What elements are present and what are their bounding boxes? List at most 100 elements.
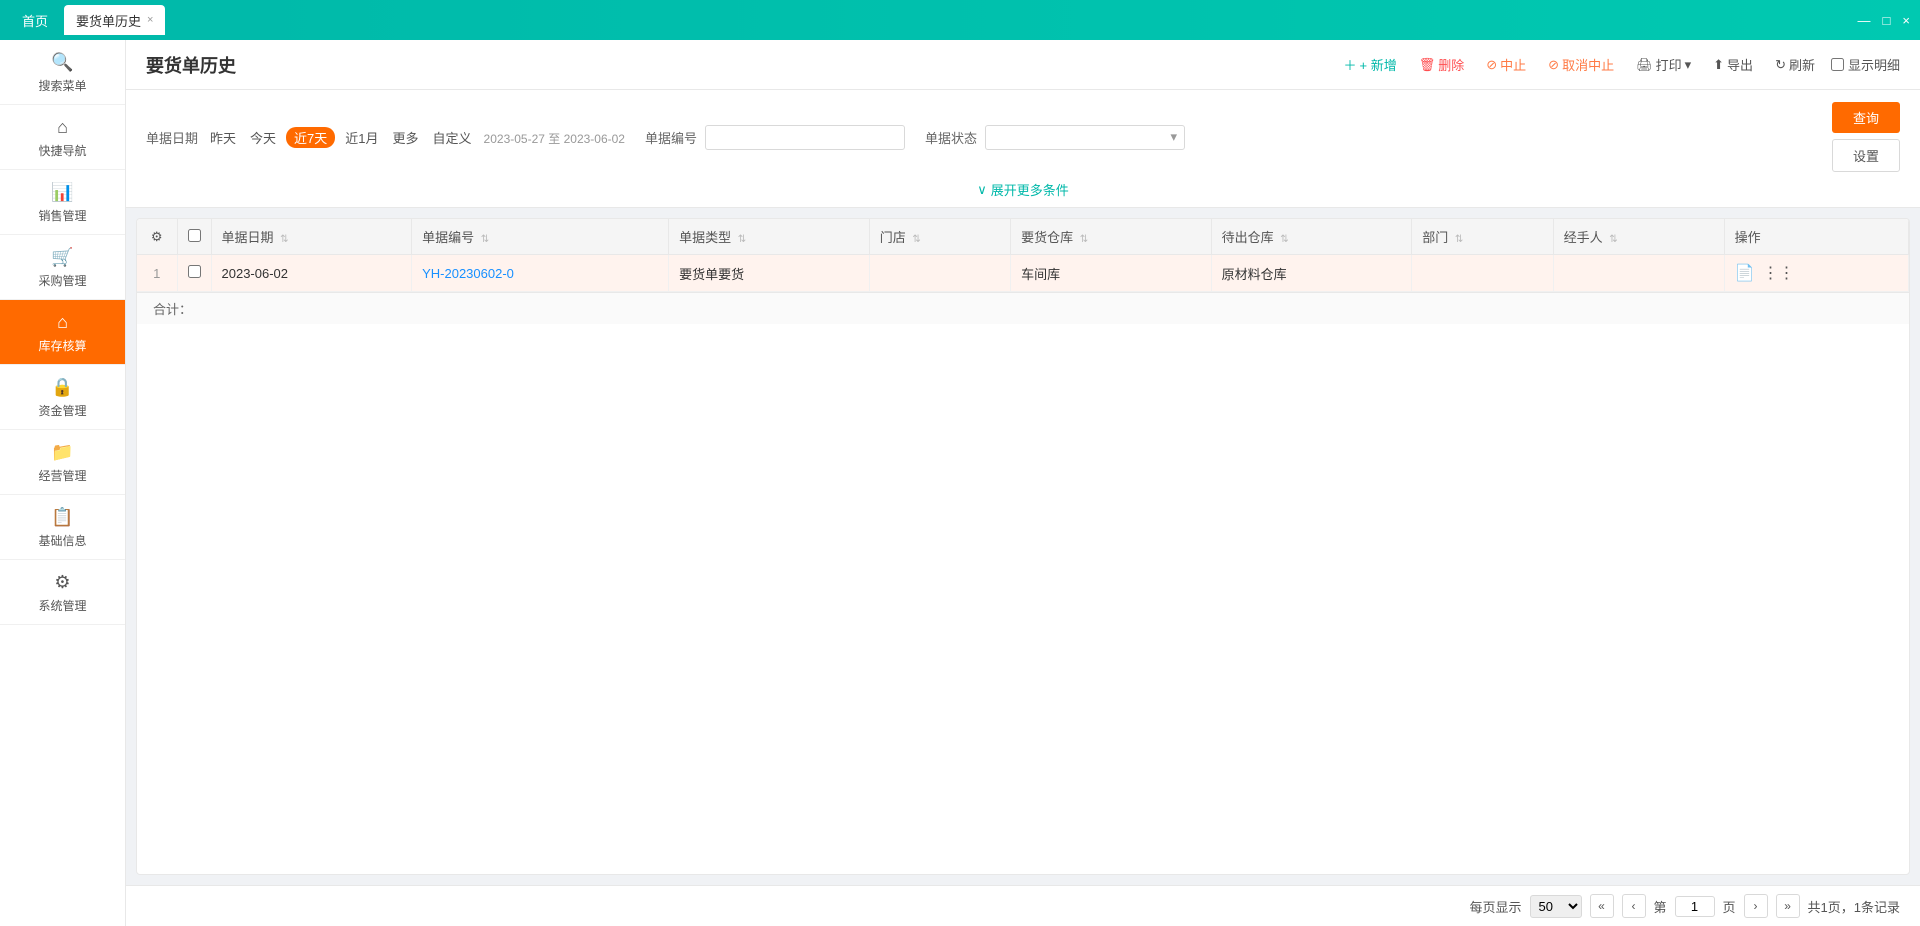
table-row[interactable]: 1 2023-06-02 YH-20230602-0 要货单要货 车间库 原材料… — [137, 255, 1909, 292]
tab-home[interactable]: 首页 — [10, 5, 60, 35]
row-checkbox-cell[interactable] — [177, 255, 211, 292]
sales-mgmt-icon: 📊 — [51, 182, 73, 203]
store-sort-icon[interactable]: ⇅ — [912, 234, 920, 245]
store-column-header: 门店 ⇅ — [869, 219, 1010, 255]
department-column-header: 部门 ⇅ — [1412, 219, 1553, 255]
basic-info-icon: 📋 — [51, 507, 73, 528]
content-area: 要货单历史 ＋ + 新增 🗑 删除 ⊘ 中止 ⊘ 取消中止 — [126, 40, 1920, 926]
sidebar-item-label-finance: 资金管理 — [38, 402, 86, 419]
doc-status-select-wrapper — [985, 125, 1185, 150]
sidebar-item-operations[interactable]: 📁 经营管理 — [0, 430, 125, 495]
sidebar-item-label-basic-info: 基础信息 — [38, 532, 86, 549]
sidebar-item-search-menu[interactable]: 🔍 搜索菜单 — [0, 40, 125, 105]
last-page-button[interactable]: » — [1776, 894, 1800, 918]
page-size-select[interactable]: 20 50 100 200 — [1530, 895, 1582, 918]
req-warehouse-sort-icon[interactable]: ⇅ — [1080, 234, 1088, 245]
window-minimize-button[interactable]: — — [1858, 13, 1871, 28]
stop-button[interactable]: ⊘ 中止 — [1480, 51, 1532, 78]
pending-warehouse-sort-icon[interactable]: ⇅ — [1280, 234, 1288, 245]
table-container: ⚙ 单据日期 ⇅ 单据编号 ⇅ — [136, 218, 1910, 875]
row-pending-warehouse: 原材料仓库 — [1211, 255, 1412, 292]
doc-number-input[interactable] — [705, 125, 905, 150]
date-filter: 单据日期 昨天 今天 近7天 近1月 更多 自定义 2023-05-27 至 2… — [146, 127, 625, 148]
doc-type-column-header: 单据类型 ⇅ — [669, 219, 870, 255]
doc-status-filter: 单据状态 — [925, 125, 1185, 150]
sidebar-item-sales-mgmt[interactable]: 📊 销售管理 — [0, 170, 125, 235]
department-sort-icon[interactable]: ⇅ — [1455, 234, 1463, 245]
filter-settings-button[interactable]: 设置 — [1832, 139, 1900, 172]
date-shortcut-yesterday[interactable]: 昨天 — [206, 127, 240, 148]
row-checkbox[interactable] — [188, 265, 201, 278]
row-doc-no: YH-20230602-0 — [412, 255, 669, 292]
doc-no-sort-icon[interactable]: ⇅ — [481, 234, 489, 245]
query-button[interactable]: 查询 — [1832, 102, 1900, 133]
row-doc-no-link[interactable]: YH-20230602-0 — [422, 266, 514, 281]
action-column-header: 操作 — [1724, 219, 1908, 255]
refresh-button[interactable]: ↻ 刷新 — [1769, 51, 1821, 78]
export-button[interactable]: ⬆ 导出 — [1707, 51, 1759, 78]
select-all-checkbox[interactable] — [188, 229, 201, 242]
expand-more-button[interactable]: ∨ 展开更多条件 — [146, 180, 1900, 199]
sidebar-item-quick-nav[interactable]: ⌂ 快捷导航 — [0, 105, 125, 170]
doc-status-select[interactable] — [985, 125, 1185, 150]
sidebar-item-purchase-mgmt[interactable]: 🛒 采购管理 — [0, 235, 125, 300]
sidebar-item-label-search-menu: 搜索菜单 — [38, 77, 86, 94]
filter-area: 单据日期 昨天 今天 近7天 近1月 更多 自定义 2023-05-27 至 2… — [126, 90, 1920, 208]
row-edit-icon[interactable]: 📄 — [1735, 263, 1755, 283]
sidebar-item-label-quick-nav: 快捷导航 — [38, 142, 86, 159]
row-department — [1412, 255, 1553, 292]
doc-no-column-header: 单据编号 ⇅ — [412, 219, 669, 255]
window-close-button[interactable]: × — [1902, 13, 1910, 28]
tab-requisition-history-label: 要货单历史 — [76, 11, 141, 30]
prev-page-button[interactable]: ‹ — [1622, 894, 1646, 918]
sidebar-item-label-operations: 经营管理 — [38, 467, 86, 484]
page-number-input[interactable] — [1675, 896, 1715, 917]
date-shortcut-7days[interactable]: 近7天 — [286, 127, 335, 148]
gear-icon: ⚙ — [151, 229, 163, 244]
sidebar-item-system-mgmt[interactable]: ⚙ 系统管理 — [0, 560, 125, 625]
date-sort-icon[interactable]: ⇅ — [280, 234, 288, 245]
delete-button[interactable]: 🗑 删除 — [1413, 51, 1471, 78]
display-detail-label: 显示明细 — [1848, 55, 1900, 74]
refresh-icon: ↻ — [1775, 57, 1786, 73]
row-more-icon[interactable]: ⋮⋮ — [1762, 263, 1794, 283]
table-header-row: ⚙ 单据日期 ⇅ 单据编号 ⇅ — [137, 219, 1909, 255]
date-shortcut-1month[interactable]: 近1月 — [341, 127, 382, 148]
sidebar-item-finance[interactable]: 🔒 资金管理 — [0, 365, 125, 430]
handler-column-header: 经手人 ⇅ — [1553, 219, 1724, 255]
stop-icon: ⊘ — [1486, 57, 1497, 73]
first-page-button[interactable]: « — [1590, 894, 1614, 918]
date-shortcut-more[interactable]: 更多 — [389, 127, 423, 148]
gear-column-header[interactable]: ⚙ — [137, 219, 177, 255]
doc-status-label: 单据状态 — [925, 128, 977, 147]
doc-type-sort-icon[interactable]: ⇅ — [738, 234, 746, 245]
date-shortcut-today[interactable]: 今天 — [246, 127, 280, 148]
filter-row-1: 单据日期 昨天 今天 近7天 近1月 更多 自定义 2023-05-27 至 2… — [146, 102, 1900, 172]
sidebar-item-inventory[interactable]: ⌂ 库存核算 — [0, 300, 125, 365]
stop-label: 中止 — [1500, 55, 1526, 74]
toolbar: ＋ + 新增 🗑 删除 ⊘ 中止 ⊘ 取消中止 🖨 打印 — [1337, 51, 1900, 78]
date-shortcut-custom[interactable]: 自定义 — [429, 127, 476, 148]
tab-requisition-history[interactable]: 要货单历史 × — [64, 5, 165, 35]
sidebar-item-label-system-mgmt: 系统管理 — [38, 597, 86, 614]
new-button[interactable]: ＋ + 新增 — [1337, 51, 1402, 78]
row-number: 1 — [137, 255, 177, 292]
doc-number-filter: 单据编号 — [645, 125, 905, 150]
handler-sort-icon[interactable]: ⇅ — [1609, 234, 1617, 245]
pagination-bar: 每页显示 20 50 100 200 « ‹ 第 页 › » 共1页，1条记录 — [126, 885, 1920, 926]
checkbox-column-header[interactable] — [177, 219, 211, 255]
data-table: ⚙ 单据日期 ⇅ 单据编号 ⇅ — [137, 219, 1909, 292]
cancel-stop-label: 取消中止 — [1562, 55, 1614, 74]
print-button[interactable]: 🖨 打印 ▾ — [1630, 51, 1697, 78]
window-restore-button[interactable]: □ — [1883, 13, 1891, 28]
sidebar-item-basic-info[interactable]: 📋 基础信息 — [0, 495, 125, 560]
tab-close-button[interactable]: × — [147, 14, 153, 26]
expand-more-label: 展开更多条件 — [991, 180, 1069, 199]
cancel-stop-button[interactable]: ⊘ 取消中止 — [1542, 51, 1620, 78]
next-page-button[interactable]: › — [1744, 894, 1768, 918]
display-detail-checkbox[interactable] — [1831, 58, 1844, 71]
export-label: 导出 — [1727, 55, 1753, 74]
row-date: 2023-06-02 — [211, 255, 412, 292]
display-detail-checkbox-label[interactable]: 显示明细 — [1831, 55, 1900, 74]
page-title: 要货单历史 — [146, 52, 236, 78]
